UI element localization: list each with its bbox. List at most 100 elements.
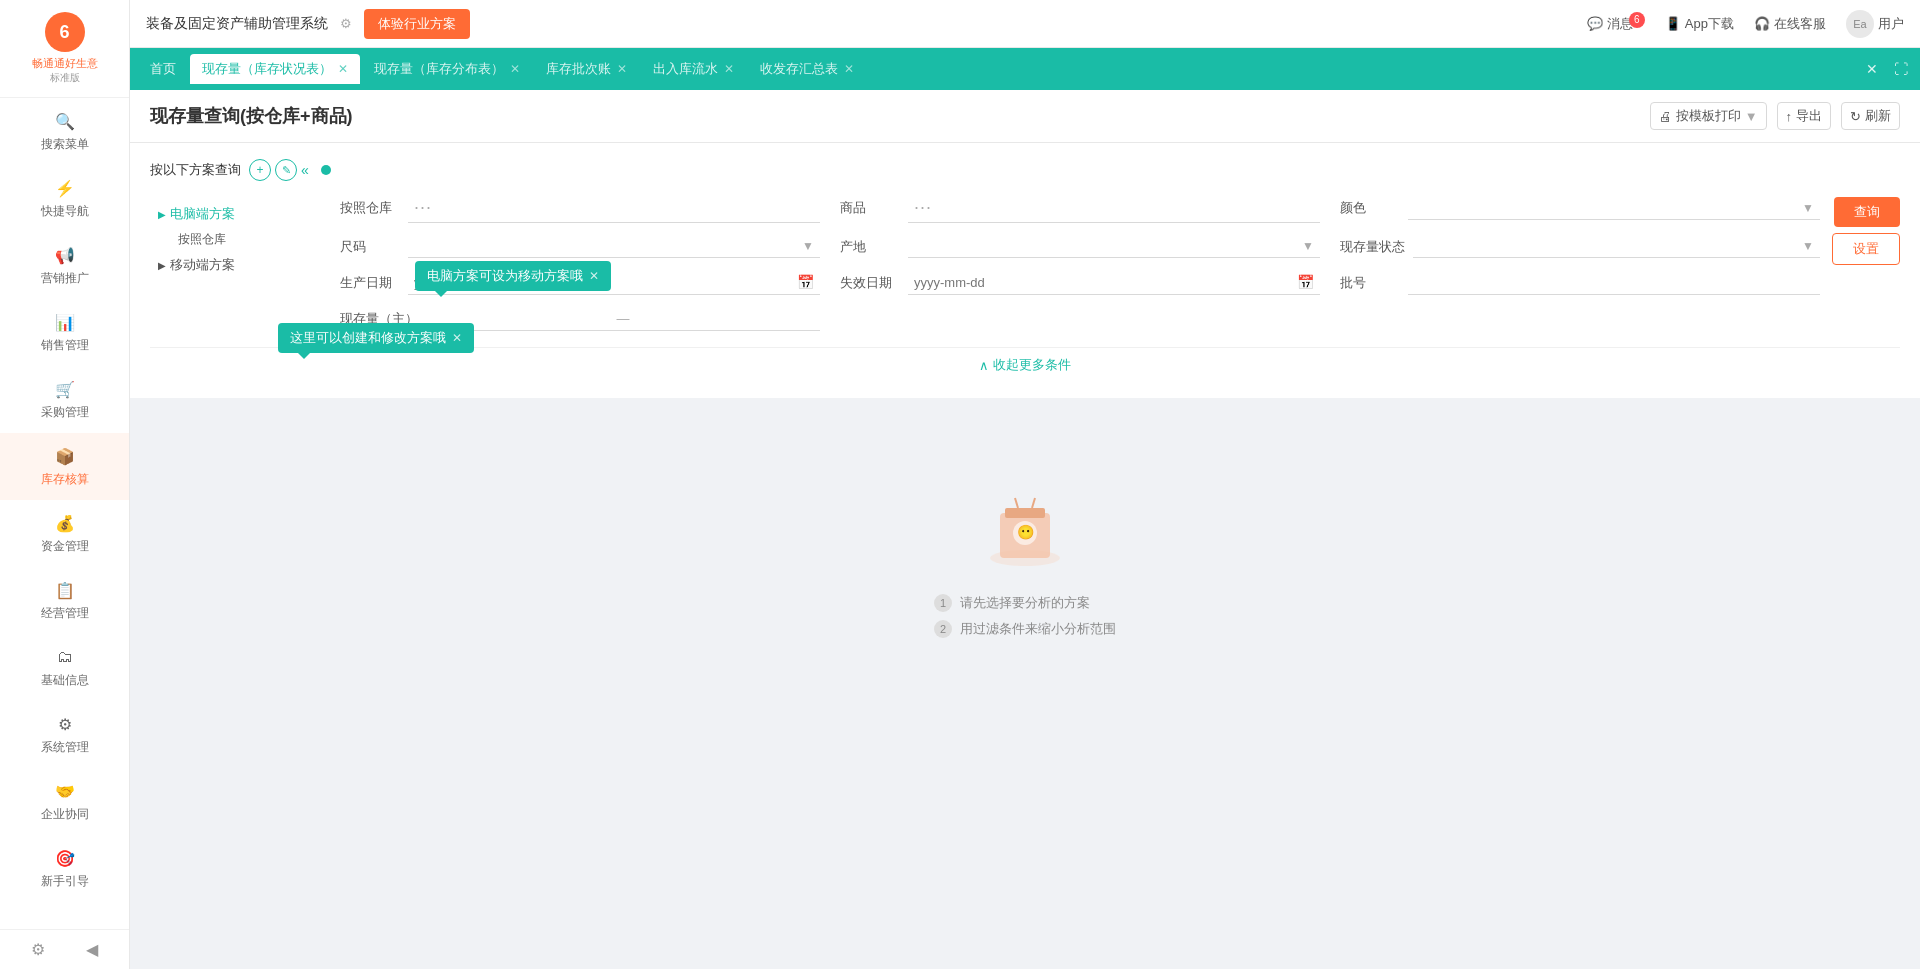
expiry-date-input[interactable]: [914, 275, 1293, 290]
warehouse-select[interactable]: ···: [408, 193, 820, 223]
nav-item-搜索菜单[interactable]: 🔍搜索菜单: [0, 98, 129, 165]
sidebar-bottom: ⚙ ◀: [0, 929, 129, 969]
user-item[interactable]: Ea 用户: [1846, 10, 1904, 38]
add-scheme-btn[interactable]: +: [249, 159, 271, 181]
nav-item-库存核算[interactable]: 📦库存核算: [0, 433, 129, 500]
field-warehouse: 按照仓库 ···: [340, 193, 820, 223]
prod-date-label: 生产日期: [340, 274, 400, 292]
industry-btn[interactable]: 体验行业方案: [364, 9, 470, 39]
tab-close-flow[interactable]: ✕: [724, 63, 734, 75]
print-chevron-icon: ▼: [1745, 109, 1758, 124]
tab-close-dist[interactable]: ✕: [510, 63, 520, 75]
scheme-desktop[interactable]: ▶ 电脑端方案: [150, 201, 340, 227]
batch-field: [1408, 271, 1820, 295]
arrow-down-icon: ▶: [158, 209, 166, 220]
tab-stock-status[interactable]: 现存量（库存状况表） ✕: [190, 54, 360, 84]
scheme-tree: ▶ 电脑端方案 按照仓库 ▶ 移动端方案: [150, 193, 340, 343]
app-download-item[interactable]: 📱 App下载: [1665, 15, 1734, 33]
filter-top: 按以下方案查询 + ✎ «: [150, 159, 1900, 181]
nav-item-新手引导[interactable]: 🎯新手引导: [0, 835, 129, 902]
nav-item-采购管理[interactable]: 🛒采购管理: [0, 366, 129, 433]
field-expiry-date: 失效日期 📅: [840, 270, 1320, 295]
tab-close-summary[interactable]: ✕: [844, 63, 854, 75]
field-origin: 产地 ▼: [840, 235, 1320, 258]
nav-item-销售管理[interactable]: 📊销售管理: [0, 299, 129, 366]
page-area: 现存量查询(按仓库+商品) 🖨 按模板打印 ▼ ↑ 导出 ↻ 刷新: [130, 90, 1920, 969]
svg-text:😶: 😶: [1017, 524, 1035, 541]
calendar-icon-prod[interactable]: 📅: [797, 274, 814, 290]
field-color: 颜色 ▼: [1340, 193, 1820, 223]
nav-item-基础信息[interactable]: 🗂基础信息: [0, 634, 129, 701]
filter-area: 电脑方案可设为移动方案哦 ✕ 这里可以创建和修改方案哦 ✕ 按以下方案查询 + …: [130, 143, 1920, 398]
message-badge: 6: [1629, 12, 1645, 28]
print-icon: 🖨: [1659, 109, 1672, 124]
settings-icon[interactable]: ⚙: [340, 16, 352, 31]
tab-bar: 首页 现存量（库存状况表） ✕ 现存量（库存分布表） ✕ 库存批次账 ✕ 出入库…: [130, 48, 1920, 90]
field-product: 商品 ···: [840, 193, 1320, 223]
refresh-icon: ↻: [1850, 109, 1861, 124]
edit-scheme-btn[interactable]: ✎: [275, 159, 297, 181]
field-batch: 批号: [1340, 270, 1820, 295]
export-icon: ↑: [1786, 109, 1793, 124]
product-label: 商品: [840, 199, 900, 217]
tooltip-create-scheme: 这里可以创建和修改方案哦 ✕: [278, 323, 474, 353]
stock-main-range: —: [426, 307, 820, 331]
tab-summary[interactable]: 收发存汇总表 ✕: [748, 54, 866, 84]
message-icon: 💬: [1587, 16, 1603, 31]
size-select[interactable]: ▼: [408, 235, 820, 258]
tab-flow[interactable]: 出入库流水 ✕: [641, 54, 746, 84]
nav-item-系统管理[interactable]: ⚙系统管理: [0, 701, 129, 768]
filter-row-4: 现存量（主） —: [340, 307, 1820, 331]
scheme-sub-warehouse[interactable]: 按照仓库: [170, 227, 340, 252]
hint-2: 2 用过滤条件来缩小分析范围: [934, 620, 1116, 638]
collapse-icon[interactable]: ◀: [86, 940, 98, 959]
stock-main-to[interactable]: [634, 311, 815, 326]
expand-icon[interactable]: ⛶: [1890, 57, 1912, 81]
nav-item-经营管理[interactable]: 📋经营管理: [0, 567, 129, 634]
filter-row-1: 按照仓库 ··· 商品 ··· 颜色: [340, 193, 1820, 223]
calendar-icon-expiry[interactable]: 📅: [1297, 274, 1314, 290]
reset-btn[interactable]: 设置: [1832, 233, 1900, 265]
logo-icon: 6: [45, 12, 85, 52]
product-select[interactable]: ···: [908, 193, 1320, 223]
back-icon[interactable]: «: [301, 162, 309, 178]
headset-icon: 🎧: [1754, 16, 1770, 31]
export-btn[interactable]: ↑ 导出: [1777, 102, 1832, 130]
close-all-icon[interactable]: ✕: [1862, 57, 1882, 81]
nav-item-资金管理[interactable]: 💰资金管理: [0, 500, 129, 567]
tab-close-batch[interactable]: ✕: [617, 63, 627, 75]
size-chevron-icon: ▼: [802, 239, 814, 253]
message-item[interactable]: 💬 消息 6: [1587, 15, 1645, 33]
print-btn[interactable]: 🖨 按模板打印 ▼: [1650, 102, 1767, 130]
nav-item-企业协同[interactable]: 🤝企业协同: [0, 768, 129, 835]
filter-layout: ▶ 电脑端方案 按照仓库 ▶ 移动端方案: [150, 193, 1900, 343]
tab-home[interactable]: 首页: [138, 54, 188, 84]
color-chevron-icon: ▼: [1802, 201, 1814, 215]
settings-icon[interactable]: ⚙: [31, 940, 45, 959]
filter-label: 按以下方案查询: [150, 161, 241, 179]
tooltip1-close[interactable]: ✕: [589, 269, 599, 283]
origin-label: 产地: [840, 238, 900, 256]
query-btn[interactable]: 查询: [1834, 197, 1900, 227]
tooltip2-close[interactable]: ✕: [452, 331, 462, 345]
svg-line-6: [1032, 498, 1035, 508]
online-service-item[interactable]: 🎧 在线客服: [1754, 15, 1826, 33]
stock-status-label: 现存量状态: [1340, 238, 1405, 256]
nav-item-营销推广[interactable]: 📢营销推广: [0, 232, 129, 299]
stock-status-select[interactable]: ▼: [1413, 235, 1820, 258]
system-title: 装备及固定资产辅助管理系统: [146, 15, 328, 33]
tab-close-stock-status[interactable]: ✕: [338, 63, 348, 75]
dot-indicator: [321, 165, 331, 175]
phone-icon: 📱: [1665, 16, 1681, 31]
scheme-mobile[interactable]: ▶ 移动端方案: [150, 252, 340, 278]
color-select[interactable]: ▼: [1408, 197, 1820, 220]
hint-1: 1 请先选择要分析的方案: [934, 594, 1116, 612]
batch-input[interactable]: [1414, 275, 1814, 290]
tab-stock-dist[interactable]: 现存量（库存分布表） ✕: [362, 54, 532, 84]
nav-item-快捷导航[interactable]: ⚡快捷导航: [0, 165, 129, 232]
refresh-btn[interactable]: ↻ 刷新: [1841, 102, 1900, 130]
collapse-up-icon: ∧: [979, 358, 989, 373]
tab-batch[interactable]: 库存批次账 ✕: [534, 54, 639, 84]
header-right: 💬 消息 6 📱 App下载 🎧 在线客服 Ea 用户: [1587, 10, 1904, 38]
origin-select[interactable]: ▼: [908, 235, 1320, 258]
